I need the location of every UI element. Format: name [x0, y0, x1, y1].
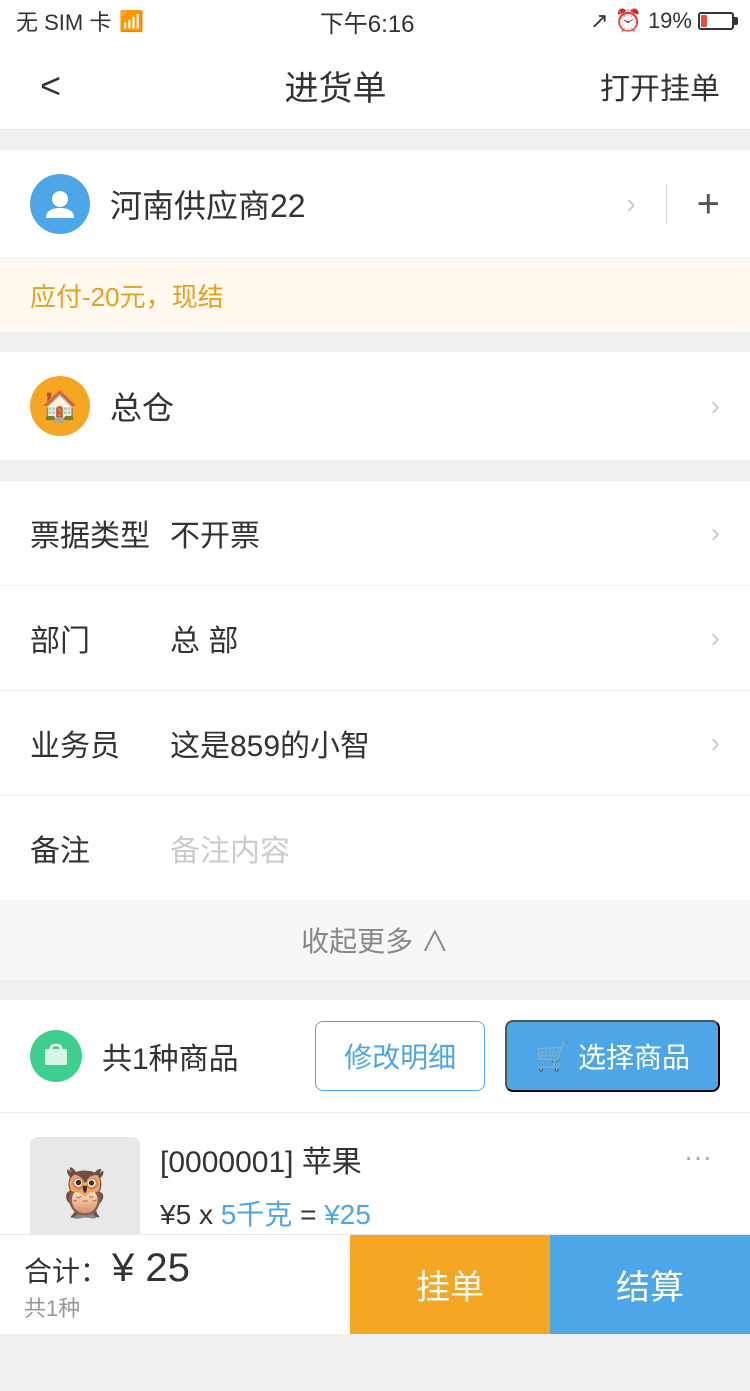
- page-title: 进货单: [285, 61, 387, 110]
- location-icon: ↗: [590, 8, 608, 34]
- checkout-label: 结算: [616, 1260, 684, 1309]
- hang-label: 挂单: [416, 1260, 484, 1309]
- department-chevron-icon: ›: [711, 622, 720, 654]
- department-value: 总 部: [150, 616, 711, 660]
- product-icon: [30, 1030, 82, 1082]
- warehouse-section: 🏠 总仓 ›: [0, 352, 750, 460]
- invoice-chevron-icon: ›: [711, 517, 720, 549]
- supplier-name: 河南供应商22: [110, 181, 626, 227]
- battery-percent: 19%: [648, 8, 692, 34]
- warehouse-row[interactable]: 🏠 总仓 ›: [0, 352, 750, 460]
- warehouse-name: 总仓: [110, 383, 711, 429]
- select-product-button[interactable]: 🛒 选择商品: [505, 1020, 720, 1092]
- form-section: 票据类型 不开票 › 部门 总 部 › 业务员 这是859的小智 › 备注 备注…: [0, 480, 750, 900]
- total-amount: ¥ 25: [112, 1246, 190, 1291]
- status-time: 下午6:16: [320, 4, 415, 39]
- checkout-button[interactable]: 结算: [550, 1235, 750, 1334]
- payment-notice: 应付-20元，现结: [0, 259, 750, 332]
- product-name: [0000001] 苹果: [160, 1137, 656, 1181]
- product-thumb-owl-icon: 🦉: [55, 1164, 115, 1221]
- alarm-icon: ⏰: [615, 8, 642, 34]
- form-row-invoice[interactable]: 票据类型 不开票 ›: [0, 480, 750, 585]
- select-product-label: 选择商品: [578, 1036, 690, 1076]
- divider-4: [0, 980, 750, 1000]
- wifi-icon: 📶: [119, 9, 144, 34]
- form-row-remark[interactable]: 备注 备注内容: [0, 795, 750, 900]
- product-header: 共1种商品 修改明细 🛒 选择商品: [0, 1000, 750, 1112]
- supplier-avatar: [30, 174, 90, 234]
- product-price: ¥5 x 5千克 = ¥25: [160, 1193, 656, 1233]
- divider-2: [0, 332, 750, 352]
- equals-sign: =: [300, 1199, 324, 1230]
- supplier-row[interactable]: 河南供应商22 › +: [0, 150, 750, 259]
- product-count: 共1种商品: [102, 1034, 295, 1078]
- total-section: 合计： ¥ 25 共1种: [0, 1235, 350, 1334]
- user-icon: [42, 186, 78, 222]
- remark-input[interactable]: 备注内容: [150, 826, 720, 870]
- bottom-bar: 合计： ¥ 25 共1种 挂单 结算: [0, 1234, 750, 1334]
- product-info: [0000001] 苹果 ¥5 x 5千克 = ¥25: [160, 1137, 656, 1233]
- collapse-button[interactable]: 收起更多 ∧: [0, 900, 750, 980]
- form-row-department[interactable]: 部门 总 部 ›: [0, 585, 750, 690]
- product-more-button[interactable]: ···: [676, 1137, 720, 1177]
- product-id: [0000001]: [160, 1146, 293, 1179]
- status-bar-right: ↗ ⏰ 19%: [590, 8, 734, 34]
- open-hang-button[interactable]: 打开挂单: [600, 64, 720, 108]
- edit-detail-button[interactable]: 修改明细: [315, 1021, 485, 1091]
- total-count: 共1种: [24, 1291, 326, 1323]
- vertical-divider: [666, 184, 667, 224]
- invoice-label: 票据类型: [30, 511, 150, 555]
- divider-3: [0, 460, 750, 480]
- nav-bar: < 进货单 打开挂单: [0, 42, 750, 130]
- salesperson-value: 这是859的小智: [150, 721, 711, 765]
- hang-button[interactable]: 挂单: [350, 1235, 550, 1334]
- cart-add-icon: 🛒: [535, 1040, 570, 1073]
- department-label: 部门: [30, 616, 150, 660]
- add-supplier-button[interactable]: +: [697, 182, 720, 227]
- divider-1: [0, 130, 750, 150]
- supplier-section: 河南供应商22 › + 应付-20元，现结: [0, 150, 750, 332]
- back-button[interactable]: <: [30, 55, 71, 117]
- warehouse-icon: 🏠: [30, 376, 90, 436]
- collapse-label: 收起更多 ∧: [301, 920, 449, 960]
- invoice-value: 不开票: [150, 511, 711, 555]
- salesperson-label: 业务员: [30, 721, 150, 765]
- supplier-chevron-icon: ›: [626, 188, 635, 220]
- product-unit-price: ¥5: [160, 1199, 191, 1230]
- multiply-sign: x: [199, 1199, 221, 1230]
- product-total: ¥25: [324, 1199, 371, 1230]
- status-bar-left: 无 SIM 卡 📶: [16, 5, 144, 37]
- product-thumbnail: 🦉: [30, 1137, 140, 1247]
- salesperson-chevron-icon: ›: [711, 727, 720, 759]
- sim-label: 无 SIM 卡: [16, 5, 111, 37]
- total-label: 合计：: [24, 1250, 108, 1290]
- cart-icon: [41, 1041, 71, 1071]
- warehouse-chevron-icon: ›: [711, 390, 720, 422]
- product-quantity: 5千克: [221, 1199, 293, 1230]
- form-row-salesperson[interactable]: 业务员 这是859的小智 ›: [0, 690, 750, 795]
- status-bar: 无 SIM 卡 📶 下午6:16 ↗ ⏰ 19%: [0, 0, 750, 42]
- battery-icon: [698, 12, 734, 30]
- product-title: 苹果: [302, 1146, 362, 1179]
- remark-label: 备注: [30, 826, 150, 870]
